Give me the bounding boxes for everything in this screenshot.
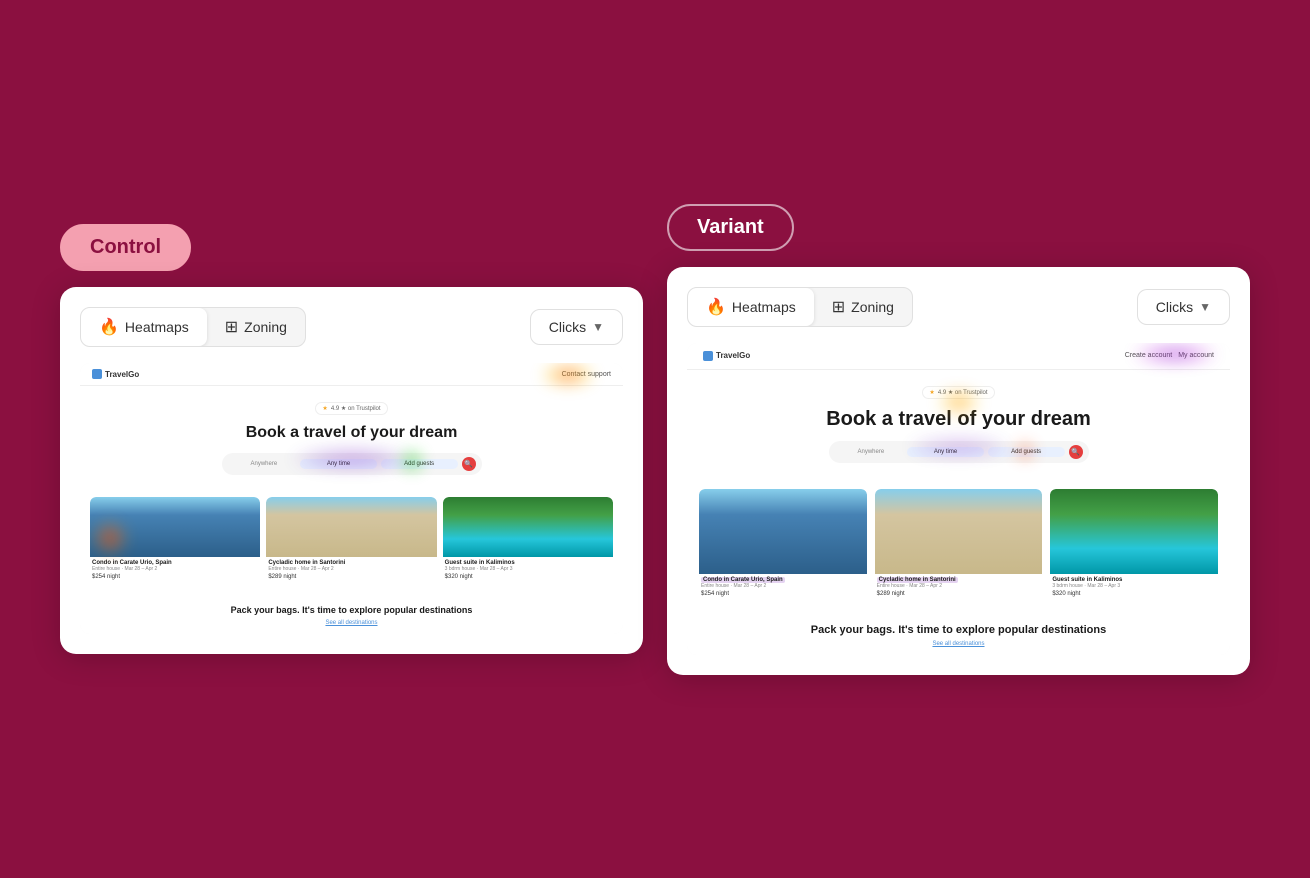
variant-nav-right: Create account My account <box>1125 352 1214 359</box>
control-toolbar: 🔥 Heatmaps ⊞ Zoning Clicks ▼ <box>80 307 623 347</box>
control-dest-sub-1: Entire house · Mar 28 – Apr 2 <box>92 566 258 572</box>
variant-card1-image <box>699 489 867 574</box>
control-card-2[interactable]: Cycladic home in Santorini Entire house … <box>266 497 436 583</box>
control-zoning-tab[interactable]: ⊞ Zoning <box>207 308 305 346</box>
control-card3-image <box>443 497 613 557</box>
variant-toolbar: 🔥 Heatmaps ⊞ Zoning Clicks ▼ <box>687 287 1230 327</box>
control-cards-section: Condo in Carate Urio, Spain Entire house… <box>80 497 623 593</box>
control-card3-info: Guest suite in Kaliminos 3 bdrm house · … <box>443 557 613 583</box>
variant-clicks-dropdown[interactable]: Clicks ▼ <box>1137 289 1230 325</box>
control-card1-info: Condo in Carate Urio, Spain Entire house… <box>90 557 260 583</box>
control-cta: Pack your bags. It's time to explore pop… <box>80 593 623 634</box>
variant-card-1[interactable]: Condo in Carate Urio, Spain Entire house… <box>699 489 867 600</box>
variant-cta: Pack your bags. It's time to explore pop… <box>687 612 1230 655</box>
variant-card2-image <box>875 489 1043 574</box>
variant-hero-title: Book a travel of your dream <box>707 407 1210 431</box>
variant-logo-icon <box>703 351 713 361</box>
variant-tab-group: 🔥 Heatmaps ⊞ Zoning <box>687 287 913 327</box>
grid-icon-v: ⊞ <box>832 297 845 317</box>
variant-dest-price-2: $289 night <box>877 591 1041 597</box>
variant-card2-info: Cycladic home in Santorini Entire house … <box>875 574 1043 600</box>
variant-card: 🔥 Heatmaps ⊞ Zoning Clicks ▼ <box>667 267 1250 675</box>
control-rating: ★ 4.9 ★ on Trustpilot <box>315 402 387 415</box>
variant-cta-title: Pack your bags. It's time to explore pop… <box>697 624 1220 636</box>
variant-dest-sub-3: 3 bdrm house · Mar 28 – Apr 3 <box>1052 583 1216 589</box>
control-panel: Control 🔥 Heatmaps ⊞ Zoning Clicks ▼ <box>60 224 643 653</box>
control-cta-link[interactable]: See all destinations <box>325 620 377 626</box>
control-nav-right: Contact support <box>562 371 611 378</box>
variant-card-2[interactable]: Cycladic home in Santorini Entire house … <box>875 489 1043 600</box>
control-clicks-dropdown[interactable]: Clicks ▼ <box>530 309 623 345</box>
control-heatmaps-tab[interactable]: 🔥 Heatmaps <box>81 308 207 346</box>
control-search-button[interactable]: 🔍 <box>462 457 476 471</box>
control-card2-info: Cycladic home in Santorini Entire house … <box>266 557 436 583</box>
variant-dest-price-3: $320 night <box>1052 591 1216 597</box>
control-hero-title: Book a travel of your dream <box>100 423 603 442</box>
variant-logo: TravelGo <box>703 351 750 361</box>
variant-dest-sub-1: Entire house · Mar 28 – Apr 2 <box>701 583 865 589</box>
control-card1-image <box>90 497 260 557</box>
control-dest-sub-2: Entire house · Mar 28 – Apr 2 <box>268 566 434 572</box>
variant-cta-link[interactable]: See all destinations <box>932 641 984 647</box>
variant-rating: ★ 4.9 ★ on Trustpilot <box>922 386 994 399</box>
star-icon: ★ <box>322 405 327 412</box>
chevron-down-icon-v: ▼ <box>1199 300 1211 314</box>
variant-dest-price-1: $254 night <box>701 591 865 597</box>
control-tab-group: 🔥 Heatmaps ⊞ Zoning <box>80 307 306 347</box>
variant-zoning-tab[interactable]: ⊞ Zoning <box>814 288 912 326</box>
variant-cards-section: Condo in Carate Urio, Spain Entire house… <box>687 489 1230 612</box>
variant-card3-image <box>1050 489 1218 574</box>
control-card-3[interactable]: Guest suite in Kaliminos 3 bdrm house · … <box>443 497 613 583</box>
control-site-preview: TravelGo Contact support ★ 4.9 ★ on Trus… <box>80 363 623 633</box>
variant-label: Variant <box>667 204 794 251</box>
control-dest-price-1: $254 night <box>92 574 258 580</box>
control-dest-price-3: $320 night <box>445 574 611 580</box>
variant-card-3[interactable]: Guest suite in Kaliminos 3 bdrm house · … <box>1050 489 1218 600</box>
variant-search-bar[interactable]: Anywhere Any time Add guests 🔍 <box>829 441 1089 463</box>
control-label: Control <box>60 224 191 271</box>
variant-panel: Variant 🔥 Heatmaps ⊞ Zoning Clicks ▼ <box>667 204 1250 675</box>
control-dest-sub-3: 3 bdrm house · Mar 28 – Apr 3 <box>445 566 611 572</box>
chevron-down-icon: ▼ <box>592 320 604 334</box>
variant-card3-info: Guest suite in Kaliminos 3 bdrm house · … <box>1050 574 1218 600</box>
control-preview-area: TravelGo Contact support ★ 4.9 ★ on Trus… <box>80 363 623 633</box>
variant-search-button[interactable]: 🔍 <box>1069 445 1083 459</box>
logo-icon <box>92 369 102 379</box>
grid-icon: ⊞ <box>225 317 238 337</box>
flame-icon: 🔥 <box>99 317 119 337</box>
flame-icon-v: 🔥 <box>706 297 726 317</box>
control-card: 🔥 Heatmaps ⊞ Zoning Clicks ▼ <box>60 287 643 653</box>
control-card2-image <box>266 497 436 557</box>
variant-site-preview: TravelGo Create account My account ★ <box>687 343 1230 655</box>
control-card-1[interactable]: Condo in Carate Urio, Spain Entire house… <box>90 497 260 583</box>
variant-heatmaps-tab[interactable]: 🔥 Heatmaps <box>688 288 814 326</box>
control-search-bar[interactable]: Anywhere Any time Add guests 🔍 <box>222 453 482 475</box>
variant-dest-sub-2: Entire house · Mar 28 – Apr 2 <box>877 583 1041 589</box>
control-dest-price-2: $289 night <box>268 574 434 580</box>
control-logo: TravelGo <box>92 369 139 379</box>
variant-preview-area: TravelGo Create account My account ★ <box>687 343 1230 655</box>
star-icon-v: ★ <box>929 389 934 396</box>
control-cta-title: Pack your bags. It's time to explore pop… <box>90 605 613 615</box>
variant-card1-info: Condo in Carate Urio, Spain Entire house… <box>699 574 867 600</box>
